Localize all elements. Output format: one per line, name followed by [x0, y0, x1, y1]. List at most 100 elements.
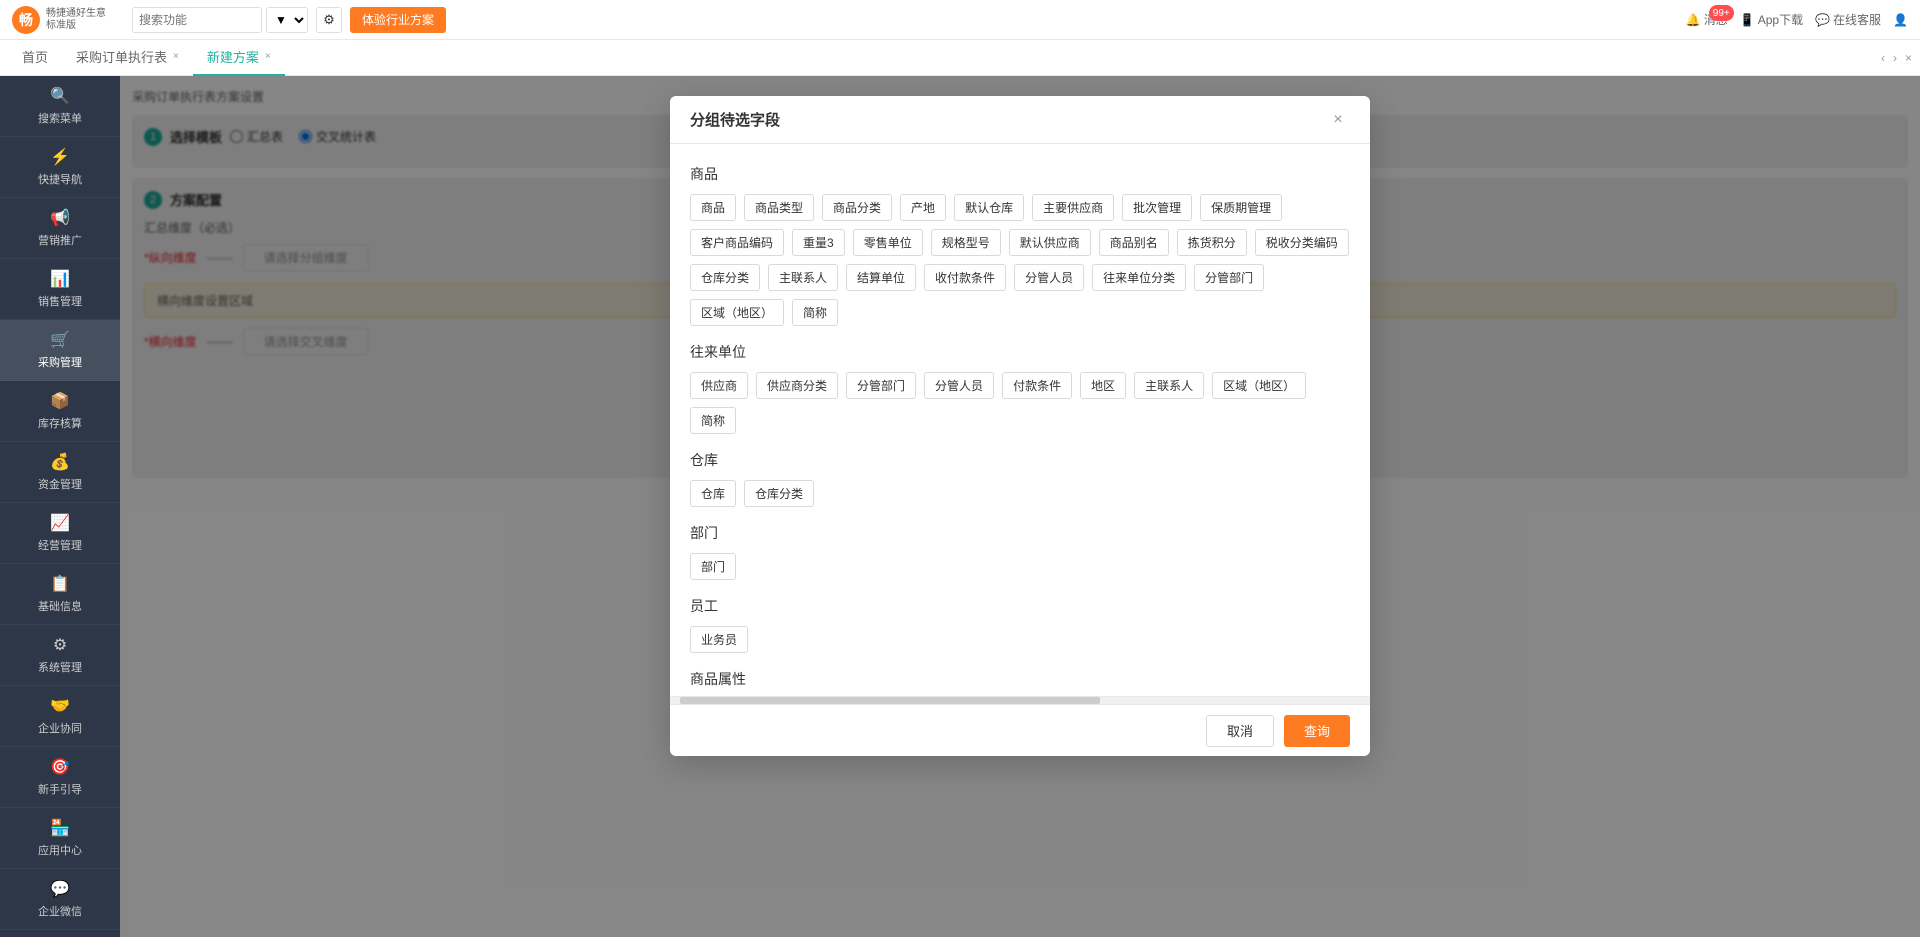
- field-tag[interactable]: 主要供应商: [1032, 194, 1114, 221]
- sidebar-item-basic-info[interactable]: 📋 基础信息: [0, 564, 120, 625]
- field-tag[interactable]: 分管部门: [1194, 264, 1264, 291]
- sidebar-item-member[interactable]: 👑 畅会员: [0, 930, 120, 937]
- group-title-product-attr: 商品属性: [690, 669, 1350, 689]
- app-download-button[interactable]: 📱 App下载: [1740, 11, 1803, 28]
- modal-close-button[interactable]: ×: [1326, 108, 1350, 132]
- app-center-icon: 🏪: [50, 818, 70, 838]
- field-tag[interactable]: 仓库分类: [690, 264, 760, 291]
- group-title-product: 商品: [690, 164, 1350, 184]
- top-nav-area: ▼ ⚙ 体验行业方案: [132, 7, 1686, 33]
- field-tag[interactable]: 仓库: [690, 480, 736, 507]
- modal-hscroll[interactable]: [670, 696, 1370, 704]
- top-search-area: ▼: [132, 7, 308, 33]
- field-tag[interactable]: 商品别名: [1099, 229, 1169, 256]
- download-icon: 📱: [1740, 13, 1755, 27]
- purchase-icon: 🛒: [50, 330, 70, 350]
- field-tag[interactable]: 往来单位分类: [1092, 264, 1186, 291]
- group-fields-warehouse: 仓库仓库分类: [690, 480, 1350, 507]
- field-tag[interactable]: 分管部门: [846, 372, 916, 399]
- operations-icon: 📈: [50, 513, 70, 533]
- group-fields-product: 商品商品类型商品分类产地默认仓库主要供应商批次管理保质期管理客户商品编码重量3 零…: [690, 194, 1350, 326]
- user-avatar[interactable]: 👤: [1893, 13, 1908, 27]
- tab-close-purchase[interactable]: ×: [173, 51, 179, 62]
- field-tag[interactable]: 付款条件: [1002, 372, 1072, 399]
- field-tag[interactable]: 主联系人: [1134, 372, 1204, 399]
- quick-nav-icon: ⚡: [50, 147, 70, 167]
- marketing-icon: 📢: [50, 208, 70, 228]
- field-tag[interactable]: 仓库分类: [744, 480, 814, 507]
- field-tag[interactable]: 区域（地区）: [690, 299, 784, 326]
- sidebar-item-guide[interactable]: 🎯 新手引导: [0, 747, 120, 808]
- tabs-next-icon[interactable]: ›: [1893, 51, 1897, 65]
- field-tag[interactable]: 默认供应商: [1009, 229, 1091, 256]
- modal-title: 分组待选字段: [690, 109, 780, 130]
- field-tag[interactable]: 简称: [792, 299, 838, 326]
- tabs-close-all-icon[interactable]: ×: [1905, 51, 1912, 65]
- field-tag[interactable]: 商品类型: [744, 194, 814, 221]
- tabs-prev-icon[interactable]: ‹: [1881, 51, 1885, 65]
- field-tag[interactable]: 简称: [690, 407, 736, 434]
- guide-icon: 🎯: [50, 757, 70, 777]
- field-tag[interactable]: 分管人员: [924, 372, 994, 399]
- field-tag[interactable]: 商品分类: [822, 194, 892, 221]
- field-tag[interactable]: 地区: [1080, 372, 1126, 399]
- field-tag[interactable]: 零售单位: [853, 229, 923, 256]
- cooperation-icon: 🤝: [50, 696, 70, 716]
- sidebar-item-purchase[interactable]: 🛒 采购管理: [0, 320, 120, 381]
- field-tag[interactable]: 税收分类编码: [1255, 229, 1349, 256]
- cancel-button[interactable]: 取消: [1206, 715, 1274, 747]
- field-tag[interactable]: 默认仓库: [954, 194, 1024, 221]
- field-tag[interactable]: 规格型号: [931, 229, 1001, 256]
- sidebar-item-weixin[interactable]: 💬 企业微信: [0, 869, 120, 930]
- sidebar-item-finance[interactable]: 💰 资金管理: [0, 442, 120, 503]
- message-button[interactable]: 🔔 消息 99+: [1686, 11, 1728, 28]
- gear-button[interactable]: ⚙: [316, 7, 342, 33]
- sidebar-item-operations[interactable]: 📈 经营管理: [0, 503, 120, 564]
- modal-body[interactable]: 商品 商品商品类型商品分类产地默认仓库主要供应商批次管理保质期管理客户商品编码重…: [670, 144, 1370, 696]
- service-icon: 💬: [1815, 13, 1830, 27]
- field-tag[interactable]: 批次管理: [1122, 194, 1192, 221]
- field-tag[interactable]: 客户商品编码: [690, 229, 784, 256]
- basic-info-icon: 📋: [50, 574, 70, 594]
- sidebar-item-marketing[interactable]: 📢 营销推广: [0, 198, 120, 259]
- search-dropdown[interactable]: ▼: [266, 7, 308, 33]
- tab-close-new-plan[interactable]: ×: [265, 51, 271, 62]
- field-tag[interactable]: 结算单位: [846, 264, 916, 291]
- confirm-button[interactable]: 查询: [1284, 715, 1350, 747]
- group-title-partner: 往来单位: [690, 342, 1350, 362]
- field-tag[interactable]: 主联系人: [768, 264, 838, 291]
- sidebar-item-search[interactable]: 🔍 搜索菜单: [0, 76, 120, 137]
- field-tag[interactable]: 业务员: [690, 626, 748, 653]
- modal-header: 分组待选字段 ×: [670, 96, 1370, 144]
- field-tag[interactable]: 供应商分类: [756, 372, 838, 399]
- online-service-button[interactable]: 💬 在线客服: [1815, 11, 1881, 28]
- field-tag[interactable]: 供应商: [690, 372, 748, 399]
- group-fields-dept: 部门: [690, 553, 1350, 580]
- field-tag[interactable]: 分管人员: [1014, 264, 1084, 291]
- sidebar-item-sales[interactable]: 📊 销售管理: [0, 259, 120, 320]
- tabs-right-controls: ‹ › ×: [1881, 51, 1912, 65]
- field-tag[interactable]: 保质期管理: [1200, 194, 1282, 221]
- content-area: 采购订单执行表方案设置 1 选择模板 汇总表 交叉统计表: [120, 76, 1920, 937]
- logo-text: 畅捷通好生意 标准版: [46, 8, 106, 32]
- field-tag[interactable]: 拣货积分: [1177, 229, 1247, 256]
- tab-home[interactable]: 首页: [8, 40, 62, 76]
- field-tag[interactable]: 区域（地区）: [1212, 372, 1306, 399]
- top-header: 畅 畅捷通好生意 标准版 ▼ ⚙ 体验行业方案 🔔 消息 99+ 📱 App下载…: [0, 0, 1920, 40]
- sidebar-item-quick-nav[interactable]: ⚡ 快捷导航: [0, 137, 120, 198]
- sidebar-item-cooperation[interactable]: 🤝 企业协同: [0, 686, 120, 747]
- sidebar-item-inventory[interactable]: 📦 库存核算: [0, 381, 120, 442]
- trial-button[interactable]: 体验行业方案: [350, 7, 446, 33]
- avatar-icon: 👤: [1893, 13, 1908, 27]
- sidebar-item-system[interactable]: ⚙ 系统管理: [0, 625, 120, 686]
- modal-footer: 取消 查询: [670, 704, 1370, 756]
- field-tag[interactable]: 商品: [690, 194, 736, 221]
- sidebar-item-app-center[interactable]: 🏪 应用中心: [0, 808, 120, 869]
- search-input[interactable]: [132, 7, 262, 33]
- field-tag[interactable]: 部门: [690, 553, 736, 580]
- tab-purchase-list[interactable]: 采购订单执行表 ×: [62, 40, 193, 76]
- field-tag[interactable]: 收付款条件: [924, 264, 1006, 291]
- tab-new-plan[interactable]: 新建方案 ×: [193, 40, 285, 76]
- field-tag[interactable]: 产地: [900, 194, 946, 221]
- field-tag[interactable]: 重量3: [792, 229, 845, 256]
